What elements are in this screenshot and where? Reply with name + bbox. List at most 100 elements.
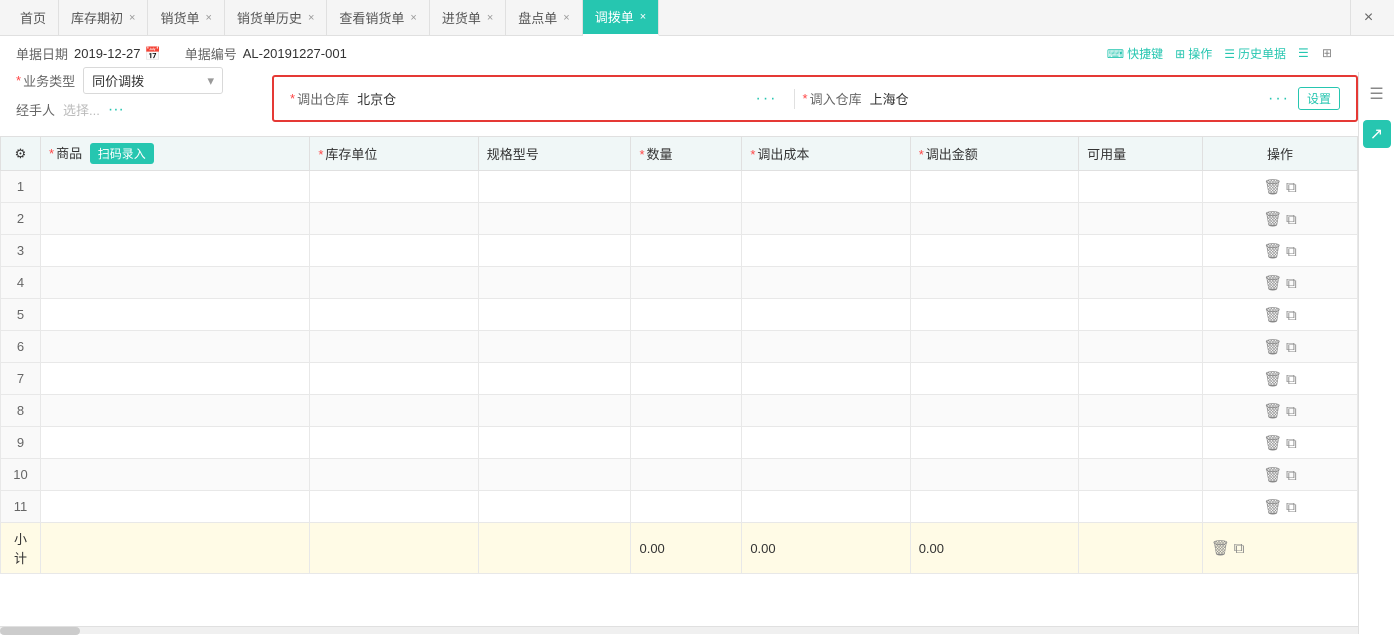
tab-transfer-order[interactable]: 调拨单 × <box>583 0 659 36</box>
avail-cell[interactable] <box>1079 427 1203 459</box>
unit-cell[interactable] <box>310 235 478 267</box>
unit-cell[interactable] <box>310 427 478 459</box>
avail-cell[interactable] <box>1079 203 1203 235</box>
amount-cell[interactable] <box>910 459 1078 491</box>
close-purchase-order[interactable]: × <box>487 12 493 24</box>
amount-cell[interactable] <box>910 203 1078 235</box>
avail-cell[interactable] <box>1079 267 1203 299</box>
close-sales-history[interactable]: × <box>308 12 314 24</box>
qty-cell[interactable] <box>631 427 742 459</box>
spec-cell[interactable] <box>478 395 631 427</box>
copy-row-icon[interactable]: ⧉ <box>1286 339 1297 356</box>
delete-row-icon[interactable]: 🗑 <box>1263 498 1282 516</box>
cost-cell[interactable] <box>742 299 910 331</box>
subtotal-copy-icon[interactable]: ⧉ <box>1234 540 1245 557</box>
spec-cell[interactable] <box>478 491 631 523</box>
tab-purchase-order[interactable]: 进货单 × <box>430 0 506 36</box>
unit-cell[interactable] <box>310 395 478 427</box>
avail-cell[interactable] <box>1079 171 1203 203</box>
spec-cell[interactable] <box>478 171 631 203</box>
copy-row-icon[interactable]: ⧉ <box>1286 179 1297 196</box>
copy-row-icon[interactable]: ⧉ <box>1286 499 1297 516</box>
product-cell[interactable] <box>41 459 310 491</box>
delete-row-icon[interactable]: 🗑 <box>1263 434 1282 452</box>
copy-row-icon[interactable]: ⧉ <box>1286 467 1297 484</box>
copy-row-icon[interactable]: ⧉ <box>1286 435 1297 452</box>
close-inventory-init[interactable]: × <box>129 12 135 24</box>
spec-cell[interactable] <box>478 235 631 267</box>
close-window-button[interactable]: × <box>1350 0 1386 36</box>
warehouse-in-more-button[interactable]: ··· <box>1260 90 1298 108</box>
copy-row-icon[interactable]: ⧉ <box>1286 371 1297 388</box>
delete-row-icon[interactable]: 🗑 <box>1263 306 1282 324</box>
product-cell[interactable] <box>41 235 310 267</box>
amount-cell[interactable] <box>910 331 1078 363</box>
spec-cell[interactable] <box>478 331 631 363</box>
product-cell[interactable] <box>41 395 310 427</box>
tab-sales-order[interactable]: 销货单 × <box>148 0 224 36</box>
product-cell[interactable] <box>41 299 310 331</box>
spec-cell[interactable] <box>478 299 631 331</box>
avail-cell[interactable] <box>1079 331 1203 363</box>
copy-row-icon[interactable]: ⧉ <box>1286 307 1297 324</box>
amount-cell[interactable] <box>910 299 1078 331</box>
scan-button[interactable]: 扫码录入 <box>90 143 154 164</box>
operation-button[interactable]: ⊞ 操作 <box>1175 45 1212 62</box>
copy-row-icon[interactable]: ⧉ <box>1286 211 1297 228</box>
amount-cell[interactable] <box>910 171 1078 203</box>
amount-cell[interactable] <box>910 395 1078 427</box>
unit-cell[interactable] <box>310 363 478 395</box>
delete-row-icon[interactable]: 🗑 <box>1263 210 1282 228</box>
unit-cell[interactable] <box>310 331 478 363</box>
product-cell[interactable] <box>41 203 310 235</box>
qty-cell[interactable] <box>631 491 742 523</box>
qty-cell[interactable] <box>631 235 742 267</box>
spec-cell[interactable] <box>478 203 631 235</box>
qty-cell[interactable] <box>631 299 742 331</box>
tab-inventory-check[interactable]: 盘点单 × <box>506 0 582 36</box>
product-cell[interactable] <box>41 427 310 459</box>
amount-cell[interactable] <box>910 491 1078 523</box>
tab-view-sales[interactable]: 查看销货单 × <box>327 0 429 36</box>
unit-cell[interactable] <box>310 267 478 299</box>
amount-cell[interactable] <box>910 363 1078 395</box>
delete-row-icon[interactable]: 🗑 <box>1263 178 1282 196</box>
layout-list-icon[interactable]: ☰ <box>1298 46 1318 62</box>
qty-cell[interactable] <box>631 203 742 235</box>
product-cell[interactable] <box>41 267 310 299</box>
unit-cell[interactable] <box>310 203 478 235</box>
scroll-indicator[interactable] <box>0 626 1358 634</box>
delete-row-icon[interactable]: 🗑 <box>1263 338 1282 356</box>
cost-cell[interactable] <box>742 331 910 363</box>
qty-cell[interactable] <box>631 363 742 395</box>
agent-more-button[interactable]: ··· <box>108 101 124 119</box>
spec-cell[interactable] <box>478 363 631 395</box>
warehouse-out-more-button[interactable]: ··· <box>748 90 786 108</box>
unit-cell[interactable] <box>310 491 478 523</box>
delete-row-icon[interactable]: 🗑 <box>1263 402 1282 420</box>
copy-row-icon[interactable]: ⧉ <box>1286 403 1297 420</box>
unit-cell[interactable] <box>310 299 478 331</box>
tab-inventory-init[interactable]: 库存期初 × <box>59 0 148 36</box>
right-panel-export-icon[interactable]: ↗ <box>1363 120 1391 148</box>
avail-cell[interactable] <box>1079 395 1203 427</box>
product-cell[interactable] <box>41 171 310 203</box>
copy-row-icon[interactable]: ⧉ <box>1286 275 1297 292</box>
spec-cell[interactable] <box>478 427 631 459</box>
delete-row-icon[interactable]: 🗑 <box>1263 274 1282 292</box>
shortcut-key-button[interactable]: ⌨ 快捷键 <box>1107 45 1163 62</box>
spec-cell[interactable] <box>478 459 631 491</box>
close-inventory-check[interactable]: × <box>563 12 569 24</box>
unit-cell[interactable] <box>310 459 478 491</box>
copy-row-icon[interactable]: ⧉ <box>1286 243 1297 260</box>
qty-cell[interactable] <box>631 459 742 491</box>
amount-cell[interactable] <box>910 267 1078 299</box>
tab-home[interactable]: 首页 <box>8 0 59 36</box>
avail-cell[interactable] <box>1079 299 1203 331</box>
right-panel-list-icon[interactable]: ☰ <box>1363 80 1391 108</box>
avail-cell[interactable] <box>1079 235 1203 267</box>
product-cell[interactable] <box>41 491 310 523</box>
gear-header[interactable]: ⚙ <box>1 137 41 171</box>
product-cell[interactable] <box>41 331 310 363</box>
biz-type-select[interactable]: 同价调拨 ▾ <box>83 67 223 94</box>
